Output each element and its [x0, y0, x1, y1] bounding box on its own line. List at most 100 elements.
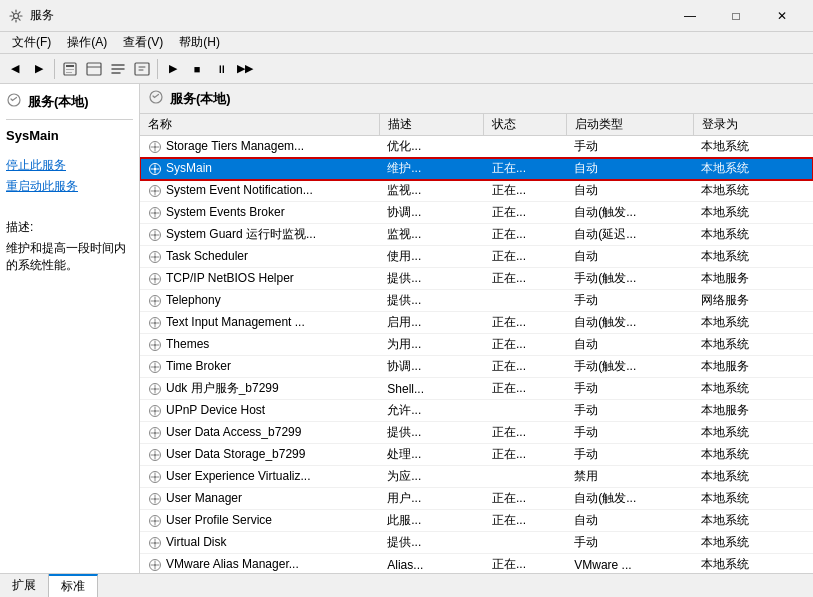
toolbar-btn3[interactable]	[107, 58, 129, 80]
service-icon	[148, 447, 166, 461]
service-logon-cell: 本地系统	[693, 158, 813, 180]
title-bar-left: 服务	[8, 7, 54, 24]
svg-rect-7	[135, 63, 149, 75]
table-row[interactable]: User Profile Service此服...正在...自动本地系统	[140, 510, 813, 532]
minimize-button[interactable]: —	[667, 0, 713, 32]
left-panel: 服务(本地) SysMain 停止此服务 重启动此服务 描述: 维护和提高一段时…	[0, 84, 140, 573]
service-desc-cell: Shell...	[379, 378, 484, 400]
service-icon	[148, 337, 166, 351]
svg-point-13	[154, 167, 157, 170]
service-status-cell	[484, 466, 566, 488]
service-desc-cell: 提供...	[379, 422, 484, 444]
toolbar-play[interactable]: ▶	[162, 58, 184, 80]
stop-service-link[interactable]: 停止此服务	[6, 157, 133, 174]
toolbar-stop[interactable]: ■	[186, 58, 208, 80]
toolbar-btn4[interactable]	[131, 58, 153, 80]
service-status-cell	[484, 290, 566, 312]
service-logon-cell: 本地系统	[693, 532, 813, 554]
service-icon	[148, 139, 166, 153]
title-bar: 服务 — □ ✕	[0, 0, 813, 32]
col-startup[interactable]: 启动类型	[566, 114, 693, 136]
tab-expand[interactable]: 扩展	[0, 574, 49, 598]
service-desc-cell: 提供...	[379, 532, 484, 554]
table-row[interactable]: TCP/IP NetBIOS Helper提供...正在...手动(触发...本…	[140, 268, 813, 290]
service-name-cell: Storage Tiers Managem...	[166, 139, 304, 153]
svg-point-15	[154, 189, 157, 192]
svg-point-17	[154, 211, 157, 214]
service-logon-cell: 本地系统	[693, 466, 813, 488]
toolbar-btn1[interactable]	[59, 58, 81, 80]
table-row[interactable]: System Events Broker协调...正在...自动(触发...本地…	[140, 202, 813, 224]
svg-point-45	[154, 519, 157, 522]
svg-point-47	[154, 541, 157, 544]
table-row[interactable]: Telephony提供...手动网络服务	[140, 290, 813, 312]
svg-point-23	[154, 277, 157, 280]
service-name-cell: System Event Notification...	[166, 183, 313, 197]
table-row[interactable]: System Event Notification...监视...正在...自动…	[140, 180, 813, 202]
service-icon	[148, 535, 166, 549]
service-startup-cell: 手动	[566, 378, 693, 400]
main-layout: 服务(本地) SysMain 停止此服务 重启动此服务 描述: 维护和提高一段时…	[0, 84, 813, 573]
table-row[interactable]: System Guard 运行时监视...监视...正在...自动(延迟...本…	[140, 224, 813, 246]
menu-file[interactable]: 文件(F)	[4, 32, 59, 54]
table-header: 名称 描述 状态 启动类型 登录为	[140, 114, 813, 136]
table-row[interactable]: Storage Tiers Managem...优化...手动本地系统	[140, 136, 813, 158]
table-row[interactable]: SysMain维护...正在...自动本地系统	[140, 158, 813, 180]
service-startup-cell: 手动	[566, 532, 693, 554]
col-status[interactable]: 状态	[484, 114, 566, 136]
col-name[interactable]: 名称	[140, 114, 379, 136]
table-row[interactable]: User Data Storage_b7299处理...正在...手动本地系统	[140, 444, 813, 466]
service-startup-cell: 手动	[566, 444, 693, 466]
service-name-cell: User Manager	[166, 491, 242, 505]
service-logon-cell: 本地系统	[693, 224, 813, 246]
service-desc-cell: 允许...	[379, 400, 484, 422]
svg-point-11	[154, 145, 157, 148]
service-logon-cell: 本地系统	[693, 378, 813, 400]
close-button[interactable]: ✕	[759, 0, 805, 32]
table-row[interactable]: User Experience Virtualiz...为应...禁用本地系统	[140, 466, 813, 488]
service-name-cell: User Experience Virtualiz...	[166, 469, 311, 483]
table-row[interactable]: Task Scheduler使用...正在...自动本地系统	[140, 246, 813, 268]
service-desc-cell: 使用...	[379, 246, 484, 268]
svg-rect-4	[66, 72, 72, 73]
col-logon[interactable]: 登录为	[693, 114, 813, 136]
menu-bar: 文件(F) 操作(A) 查看(V) 帮助(H)	[0, 32, 813, 54]
table-row[interactable]: UPnP Device Host允许...手动本地服务	[140, 400, 813, 422]
service-status-cell: 正在...	[484, 422, 566, 444]
table-row[interactable]: Time Broker协调...正在...手动(触发...本地服务	[140, 356, 813, 378]
status-bar: 扩展 标准	[0, 573, 813, 597]
service-status-cell: 正在...	[484, 554, 566, 574]
service-table[interactable]: 名称 描述 状态 启动类型 登录为 Storage Tiers Managem.…	[140, 114, 813, 573]
toolbar-pause[interactable]: ⏸	[210, 58, 232, 80]
service-name-cell: Themes	[166, 337, 209, 351]
app-icon	[8, 8, 24, 24]
table-row[interactable]: User Manager用户...正在...自动(触发...本地系统	[140, 488, 813, 510]
service-name-cell: User Data Access_b7299	[166, 425, 301, 439]
toolbar-btn2[interactable]	[83, 58, 105, 80]
menu-help[interactable]: 帮助(H)	[171, 32, 228, 54]
toolbar-restart[interactable]: ▶▶	[234, 58, 256, 80]
col-desc[interactable]: 描述	[379, 114, 484, 136]
service-icon	[148, 359, 166, 373]
svg-point-41	[154, 475, 157, 478]
table-row[interactable]: Text Input Management ...启用...正在...自动(触发…	[140, 312, 813, 334]
table-row[interactable]: Virtual Disk提供...手动本地系统	[140, 532, 813, 554]
service-logon-cell: 本地服务	[693, 268, 813, 290]
service-desc-cell: 此服...	[379, 510, 484, 532]
table-row[interactable]: Udk 用户服务_b7299Shell...正在...手动本地系统	[140, 378, 813, 400]
toolbar-forward[interactable]: ▶	[28, 58, 50, 80]
service-desc-cell: 为用...	[379, 334, 484, 356]
table-row[interactable]: User Data Access_b7299提供...正在...手动本地系统	[140, 422, 813, 444]
menu-action[interactable]: 操作(A)	[59, 32, 115, 54]
table-row[interactable]: VMware Alias Manager...Alias...正在...VMwa…	[140, 554, 813, 574]
tab-standard[interactable]: 标准	[49, 574, 98, 598]
restart-service-link[interactable]: 重启动此服务	[6, 178, 133, 195]
toolbar-back[interactable]: ◀	[4, 58, 26, 80]
right-header: 服务(本地)	[140, 84, 813, 114]
service-logon-cell: 本地系统	[693, 334, 813, 356]
service-icon	[148, 491, 166, 505]
table-row[interactable]: Themes为用...正在...自动本地系统	[140, 334, 813, 356]
menu-view[interactable]: 查看(V)	[115, 32, 171, 54]
service-name-cell: User Profile Service	[166, 513, 272, 527]
maximize-button[interactable]: □	[713, 0, 759, 32]
